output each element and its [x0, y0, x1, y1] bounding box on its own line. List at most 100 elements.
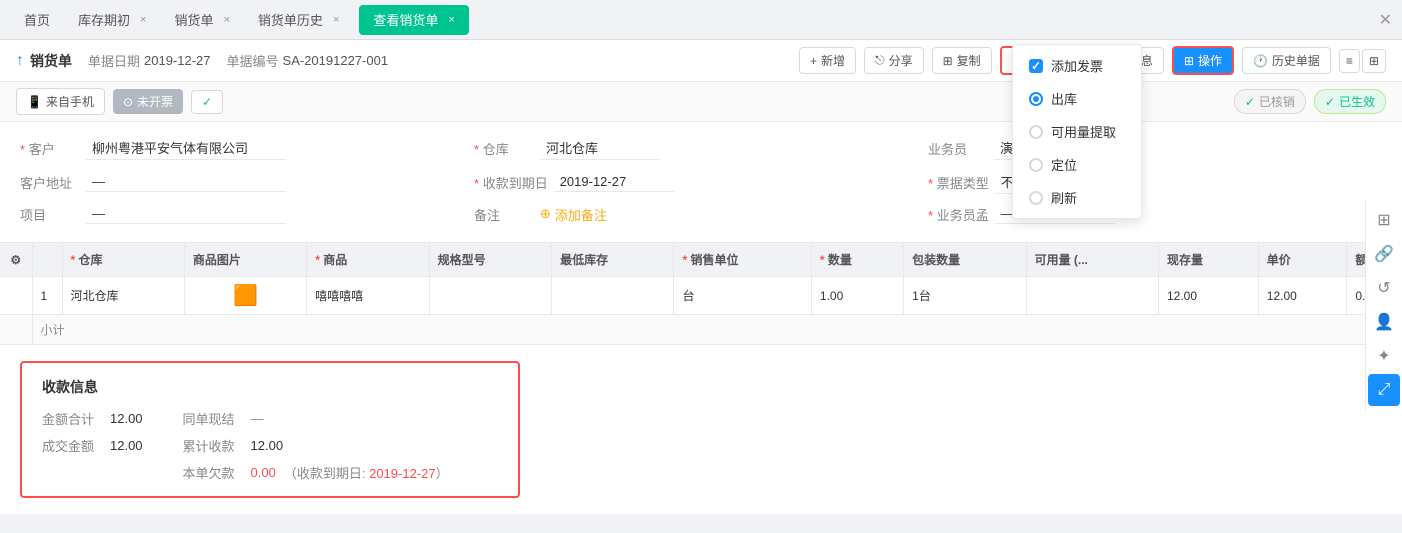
payment-col-left: 金额合计 12.00 成交金额 12.00: [42, 409, 143, 482]
customer-value[interactable]: 柳州粤港平安气体有限公司: [86, 136, 286, 160]
col-min-stock: 最低库存: [552, 243, 674, 277]
top-tab-bar: 首页 库存期初 × 销货单 × 销货单历史 × 查看销货单 × ✕: [0, 0, 1402, 40]
owed-hint: （收款到期日: 2019-12-27）: [284, 463, 449, 482]
sidebar-icon-5[interactable]: ✦: [1368, 340, 1400, 372]
operation-button[interactable]: ⊞ 操作: [1172, 46, 1234, 75]
list-view-btn[interactable]: ≡: [1339, 49, 1360, 73]
history-button[interactable]: 🕐 历史单据: [1242, 47, 1331, 74]
row-sales-unit: 台: [674, 277, 811, 315]
row-available: [1026, 277, 1158, 315]
payment-rows: 金额合计 12.00 成交金额 12.00 同单现结 — 累计收款 12.00: [42, 409, 498, 482]
customer-field: * 客户 柳州粤港平安气体有限公司: [20, 136, 474, 160]
payment-date-field: * 收款到期日 2019-12-27: [474, 172, 928, 192]
check-icon-btn[interactable]: ✓: [191, 90, 223, 114]
share-button[interactable]: ⎋ 分享: [864, 47, 924, 74]
tab-sales-history[interactable]: 销货单历史 ×: [244, 0, 353, 39]
subtotal-row: 小计: [0, 315, 1402, 345]
history-icon: 🕐: [1253, 54, 1268, 68]
table-row: 1 河北仓库 🟧 嘻嘻嘻嘻 台 1.00 1台 12.00 12.00 0.: [0, 277, 1402, 315]
payment-col-right: 同单现结 — 累计收款 12.00 本单欠款 0.00 （收款到期日: 2019…: [183, 409, 449, 482]
window-close-button[interactable]: ✕: [1379, 10, 1392, 30]
document-title: ↑ 销货单: [16, 51, 72, 71]
address-value: —: [86, 172, 286, 192]
status-badges: ✓ 已核销 ✓ 已生效: [1234, 89, 1386, 114]
radio-empty-icon-1: [1029, 125, 1043, 139]
from-phone-button[interactable]: 📱 来自手机: [16, 88, 105, 115]
form-row-1: * 客户 柳州粤港平安气体有限公司 * 仓库 河北仓库 业务员 演示账号: [20, 136, 1382, 160]
col-warehouse: * 仓库: [62, 243, 184, 277]
subtotal-label: 小计: [32, 315, 1402, 345]
payment-info-title: 收款信息: [42, 377, 498, 397]
staff-field: 业务员 演示账号: [928, 136, 1382, 160]
sidebar-icon-3[interactable]: ↺: [1368, 272, 1400, 304]
document-form: * 客户 柳州粤港平安气体有限公司 * 仓库 河北仓库 业务员 演示账号 客户地…: [0, 122, 1402, 243]
locate-item[interactable]: 定位: [1013, 148, 1141, 181]
cancel-badge: ✓ 已核销: [1234, 89, 1306, 114]
plus-icon: +: [810, 54, 817, 68]
order-owed-row: 本单欠款 0.00 （收款到期日: 2019-12-27）: [183, 463, 449, 482]
tab-sales-order-close[interactable]: ×: [223, 14, 229, 26]
sidebar-icon-expand[interactable]: ⤢: [1368, 374, 1400, 406]
document-toolbar: 📱 来自手机 ⊙ 未开票 ✓ ✓ 已核销 ✓ 已生效: [0, 82, 1402, 122]
out-warehouse-item[interactable]: 出库: [1013, 82, 1141, 115]
salesperson-field: * 业务员孟 —: [928, 204, 1382, 224]
col-available: 可用量 (...: [1026, 243, 1158, 277]
project-field: 项目 —: [20, 204, 474, 224]
subtotal-gear: [0, 315, 32, 345]
col-num: [32, 243, 62, 277]
tab-sales-order[interactable]: 销货单 ×: [160, 0, 243, 39]
new-button[interactable]: + 新增: [799, 47, 856, 74]
tab-inventory-init[interactable]: 库存期初 ×: [64, 0, 160, 39]
copy-button[interactable]: ⊞ 复制: [932, 47, 992, 74]
tab-home[interactable]: 首页: [10, 0, 64, 39]
grid-view-btn[interactable]: ⊞: [1362, 49, 1386, 73]
radio-empty-icon-3: [1029, 191, 1043, 205]
sidebar-icon-2[interactable]: 🔗: [1368, 238, 1400, 270]
circle-icon: ⊙: [123, 95, 133, 109]
available-qty-item[interactable]: 可用量提取: [1013, 115, 1141, 148]
add-remark-button[interactable]: ⊕ 添加备注: [540, 205, 607, 224]
tab-query-sales-close[interactable]: ×: [448, 14, 454, 26]
refresh-item[interactable]: 刷新: [1013, 181, 1141, 214]
total-amount-row: 金额合计 12.00: [42, 409, 143, 428]
phone-icon: 📱: [27, 95, 42, 109]
sidebar-icon-1[interactable]: ⊞: [1368, 204, 1400, 236]
sidebar-icon-4[interactable]: 👤: [1368, 306, 1400, 338]
tab-sales-history-close[interactable]: ×: [333, 14, 339, 26]
row-spec: [429, 277, 551, 315]
col-pack-qty: 包装数量: [904, 243, 1026, 277]
not-open-button[interactable]: ⊙ 未开票: [113, 89, 183, 114]
doc-number-field: 单据编号 SA-20191227-001: [227, 51, 389, 70]
radio-empty-icon-2: [1029, 158, 1043, 172]
row-pack-qty: 1台: [904, 277, 1026, 315]
col-gear: ⚙: [0, 243, 32, 277]
right-sidebar-icons: ⊞ 🔗 ↺ 👤 ✦ ⤢: [1365, 200, 1402, 410]
effect-badge: ✓ 已生效: [1314, 89, 1386, 114]
bottom-panel: 收款信息 金额合计 12.00 成交金额 12.00 同单现结 — 累计收款: [0, 345, 1402, 514]
col-spec: 规格型号: [429, 243, 551, 277]
row-current-stock: 12.00: [1158, 277, 1258, 315]
row-gear: [0, 277, 32, 315]
add-invoice-item[interactable]: ✓ 添加发票: [1013, 49, 1141, 82]
row-warehouse: 河北仓库: [62, 277, 184, 315]
warehouse-value[interactable]: 河北仓库: [540, 136, 660, 160]
tab-inventory-init-close[interactable]: ×: [140, 14, 146, 26]
document-meta: 单据日期 2019-12-27 单据编号 SA-20191227-001: [88, 51, 388, 70]
table-header-row: ⚙ * 仓库 商品图片 * 商品 规格型号 最低库存 * 销售单位 * 数量 包…: [0, 243, 1402, 277]
row-product: 嘻嘻嘻嘻: [307, 277, 429, 315]
operation-dropdown: ✓ 添加发票 出库 可用量提取 定位 刷新: [1012, 44, 1142, 219]
ticket-type-field: * 票据类型 不开票: [928, 170, 1382, 194]
cancel-check-icon: ✓: [1245, 95, 1255, 109]
product-table-wrap: ⚙ * 仓库 商品图片 * 商品 规格型号 最低库存 * 销售单位 * 数量 包…: [0, 243, 1402, 345]
col-unit-price: 单价: [1258, 243, 1347, 277]
form-row-3: 项目 — 备注 ⊕ 添加备注 * 业务员孟 —: [20, 204, 1382, 224]
product-table: ⚙ * 仓库 商品图片 * 商品 规格型号 最低库存 * 销售单位 * 数量 包…: [0, 243, 1402, 345]
remark-field: 备注 ⊕ 添加备注: [474, 205, 928, 224]
checkbox-icon: ✓: [1029, 59, 1043, 73]
col-sales-unit: * 销售单位: [674, 243, 811, 277]
view-toggle: ≡ ⊞: [1339, 49, 1386, 73]
row-num: 1: [32, 277, 62, 315]
document-header: ↑ 销货单 单据日期 2019-12-27 单据编号 SA-20191227-0…: [0, 40, 1402, 82]
payment-date-value[interactable]: 2019-12-27: [554, 172, 674, 192]
tab-query-sales[interactable]: 查看销货单 ×: [359, 5, 468, 35]
